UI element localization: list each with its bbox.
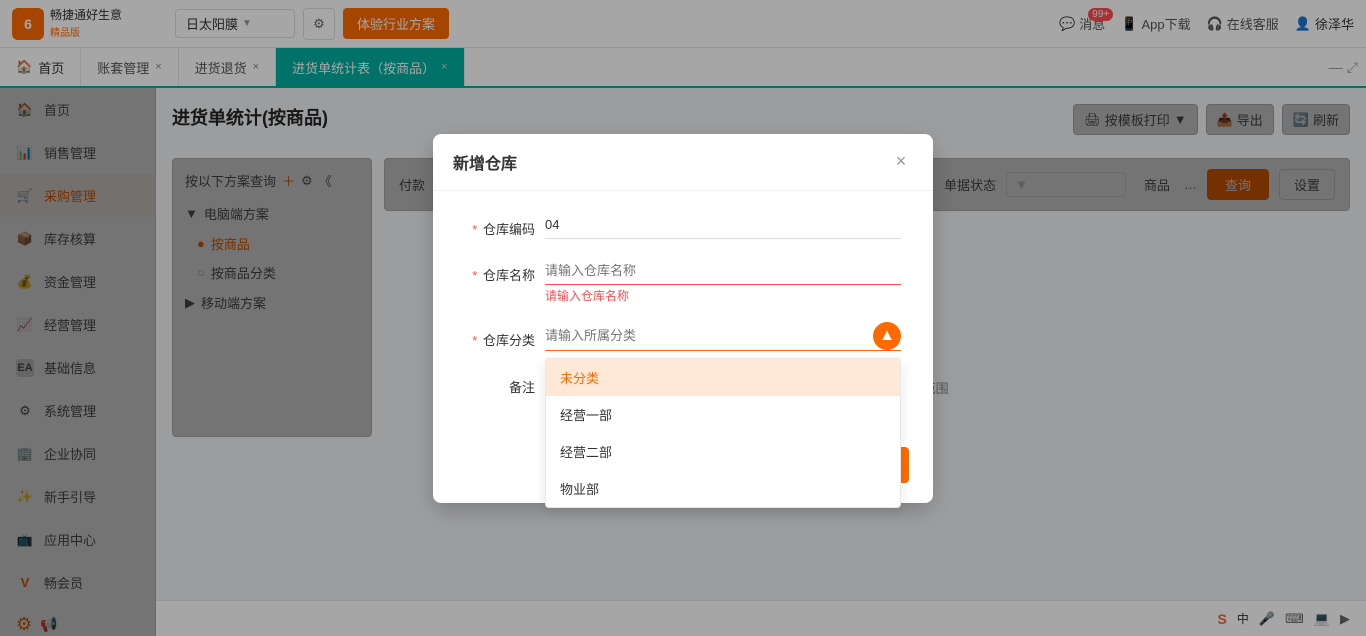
required-star-name: *	[472, 268, 477, 283]
form-row-name: * 仓库名称 请输入仓库名称	[465, 257, 901, 304]
name-error-msg: 请输入仓库名称	[545, 287, 901, 304]
code-field	[545, 211, 901, 239]
classify-label: * 仓库分类	[465, 322, 545, 349]
dropdown-item-3[interactable]: 物业部	[546, 470, 900, 507]
dropdown-item-1[interactable]: 经营一部	[546, 396, 900, 433]
classify-input-wrap: ▲	[545, 322, 901, 351]
classify-dropdown: 未分类 经营一部 经营二部 物业部	[545, 358, 901, 508]
dialog-header: 新增仓库 ×	[433, 134, 933, 191]
name-input[interactable]	[545, 257, 901, 285]
name-field: 请输入仓库名称	[545, 257, 901, 304]
modal-overlay: 新增仓库 × * 仓库编码 * 仓库名称	[0, 0, 1366, 636]
code-input[interactable]	[545, 211, 901, 239]
dialog-body: * 仓库编码 * 仓库名称 请输入仓库名称	[433, 191, 933, 435]
required-star-code: *	[472, 222, 477, 237]
classify-field: ▲ 未分类 经营一部 经营二部 物业部	[545, 322, 901, 351]
form-row-code: * 仓库编码	[465, 211, 901, 239]
name-label: * 仓库名称	[465, 257, 545, 284]
dropdown-item-0[interactable]: 未分类	[546, 359, 900, 396]
classify-arrow-icon[interactable]: ▲	[873, 322, 901, 350]
form-row-classify: * 仓库分类 ▲ 未分类 经营一部 经营二部 物业部	[465, 322, 901, 351]
dialog-title: 新增仓库	[453, 150, 517, 174]
classify-input[interactable]	[545, 322, 873, 349]
dropdown-item-2[interactable]: 经营二部	[546, 433, 900, 470]
remark-label: 备注	[465, 369, 545, 396]
required-star-classify: *	[472, 333, 477, 348]
dialog-close-button[interactable]: ×	[889, 150, 913, 174]
add-warehouse-dialog: 新增仓库 × * 仓库编码 * 仓库名称	[433, 134, 933, 503]
code-label: * 仓库编码	[465, 211, 545, 238]
